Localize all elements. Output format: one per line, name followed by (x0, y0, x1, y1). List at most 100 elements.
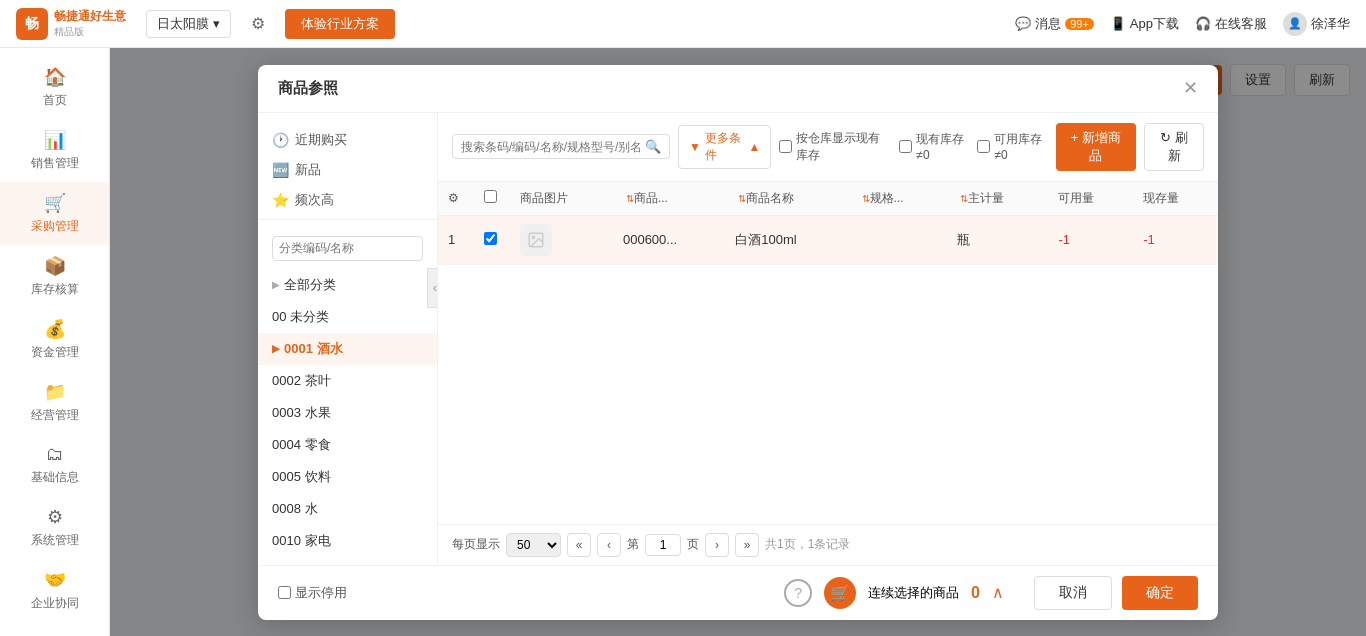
user-avatar-icon: 👤 (1283, 12, 1307, 36)
sidebar-label-system: 系统管理 (31, 532, 79, 549)
product-search-input[interactable] (461, 140, 641, 154)
table-row[interactable]: 1 (438, 215, 1218, 264)
collab-icon: 🤝 (44, 569, 66, 591)
category-item-0003[interactable]: 0003 水果 (258, 397, 437, 429)
category-label-0002: 0002 茶叶 (272, 372, 331, 390)
more-filters-button[interactable]: ▼ 更多条件 ▲ (678, 125, 771, 169)
category-item-0008[interactable]: 0008 水 (258, 493, 437, 525)
quick-label-new: 新品 (295, 161, 321, 179)
th-code[interactable]: ⇅商品... (613, 182, 725, 216)
category-item-all[interactable]: ▶ 全部分类 (258, 269, 437, 301)
by-warehouse-checkbox-input[interactable] (779, 140, 792, 153)
online-service-button[interactable]: 🎧 在线客服 (1195, 15, 1267, 33)
trial-industry-button[interactable]: 体验行业方案 (285, 9, 395, 39)
available-stock-checkbox[interactable]: 可用库存≠0 (977, 131, 1047, 162)
nav-right: 💬 消息 99+ 📱 App下载 🎧 在线客服 👤 徐泽华 (1015, 12, 1350, 36)
category-item-0005[interactable]: 0005 饮料 (258, 461, 437, 493)
th-unit[interactable]: ⇅主计量 (947, 182, 1048, 216)
sidebar-item-basics[interactable]: 🗂 基础信息 (0, 434, 109, 496)
sidebar-label-purchase: 采购管理 (31, 218, 79, 235)
category-search-input-wrap: 🔍 (272, 236, 423, 261)
page-unit: 页 (687, 536, 699, 553)
th-image: 商品图片 (510, 182, 613, 216)
td-code: 000600... (613, 215, 725, 264)
message-badge: 99+ (1065, 18, 1094, 30)
sidebar-item-finance[interactable]: 💰 资金管理 (0, 308, 109, 371)
sidebar-item-home[interactable]: 🏠 首页 (0, 56, 109, 119)
td-checkbox[interactable] (474, 215, 510, 264)
sidebar-item-business[interactable]: 📁 经营管理 (0, 371, 109, 434)
svg-point-1 (532, 236, 534, 238)
th-settings[interactable]: ⚙ (438, 182, 474, 216)
category-item-0001[interactable]: ▶ 0001 酒水 (258, 333, 437, 365)
category-list: ▶ 全部分类 00 未分类 ▶ 0001 酒水 0002 茶 (258, 269, 437, 557)
messages-button[interactable]: 💬 消息 99+ (1015, 15, 1094, 33)
modal-left-panel: 🕐 近期购买 🆕 新品 ⭐ 频次高 (258, 113, 438, 565)
sidebar-item-collab[interactable]: 🤝 企业协同 (0, 559, 109, 622)
modal-title: 商品参照 (278, 79, 338, 98)
th-unit-sort-icon: ⇅ (960, 193, 968, 204)
store-dropdown[interactable]: 日太阳膜 ▾ (146, 10, 231, 38)
phone-icon: 📱 (1110, 16, 1126, 31)
modal-overlay: 商品参照 ✕ 🕐 近期购买 🆕 (110, 48, 1366, 636)
quick-item-new[interactable]: 🆕 新品 (258, 155, 437, 185)
quick-access-section: 🕐 近期购买 🆕 新品 ⭐ 频次高 (258, 121, 437, 220)
quick-item-recent[interactable]: 🕐 近期购买 (258, 125, 437, 155)
prev-page-button[interactable]: ‹ (597, 533, 621, 557)
per-page-select[interactable]: 50 100 200 (506, 533, 561, 557)
sidebar-item-purchase[interactable]: 🛒 采购管理 (0, 182, 109, 245)
toolbar-right: + 新增商品 ↻ 刷新 (1056, 123, 1204, 171)
th-spec[interactable]: ⇅规格... (849, 182, 947, 216)
category-tri-all: ▶ (272, 279, 280, 290)
cancel-button[interactable]: 取消 (1034, 576, 1112, 610)
quick-item-frequent[interactable]: ⭐ 频次高 (258, 185, 437, 215)
sidebar-item-system[interactable]: ⚙ 系统管理 (0, 496, 109, 559)
collapse-left-panel-button[interactable]: ‹‹ (427, 268, 438, 308)
first-page-button[interactable]: « (567, 533, 591, 557)
existing-stock-checkbox-input[interactable] (899, 140, 912, 153)
last-page-button[interactable]: » (735, 533, 759, 557)
available-stock-checkbox-input[interactable] (977, 140, 990, 153)
sidebar-label-business: 经营管理 (31, 407, 79, 424)
quick-label-recent: 近期购买 (295, 131, 347, 149)
td-unit: 瓶 (947, 215, 1048, 264)
top-nav: 畅 畅捷通好生意 精品版 日太阳膜 ▾ ⚙ 体验行业方案 💬 消息 99+ 📱 … (0, 0, 1366, 48)
category-label-0008: 0008 水 (272, 500, 318, 518)
message-icon: 💬 (1015, 16, 1031, 31)
app-download-button[interactable]: 📱 App下载 (1110, 15, 1179, 33)
settings-gear-icon[interactable]: ⚙ (243, 9, 273, 39)
existing-stock-checkbox[interactable]: 现有库存≠0 (899, 131, 969, 162)
category-label-all: 全部分类 (284, 276, 336, 294)
select-all-checkbox[interactable] (484, 190, 497, 203)
category-search-input[interactable] (273, 237, 423, 259)
sidebar-item-sales[interactable]: 📊 销售管理 (0, 119, 109, 182)
category-label-0001: 0001 酒水 (284, 340, 343, 358)
refresh-button[interactable]: ↻ 刷新 (1144, 123, 1204, 171)
add-product-button[interactable]: + 新增商品 (1056, 123, 1137, 171)
show-disabled-checkbox-input[interactable] (278, 586, 291, 599)
category-item-00[interactable]: 00 未分类 (258, 301, 437, 333)
modal-close-button[interactable]: ✕ (1183, 79, 1198, 97)
frequent-icon: ⭐ (272, 192, 289, 208)
table-header-row: ⚙ 商品图片 ⇅商品... ⇅商品名称 (438, 182, 1218, 216)
category-item-0010[interactable]: 0010 家电 (258, 525, 437, 557)
modal-body: 🕐 近期购买 🆕 新品 ⭐ 频次高 (258, 113, 1218, 565)
sidebar-item-inventory[interactable]: 📦 库存核算 (0, 245, 109, 308)
th-stock: 现存量 (1133, 182, 1218, 216)
product-search-icon[interactable]: 🔍 (645, 139, 661, 154)
cart-button[interactable]: 🛒 (824, 577, 856, 609)
help-icon[interactable]: ? (784, 579, 812, 607)
show-disabled-checkbox[interactable]: 显示停用 (278, 584, 347, 602)
next-page-button[interactable]: › (705, 533, 729, 557)
th-name[interactable]: ⇅商品名称 (725, 182, 848, 216)
page-number-input[interactable] (645, 534, 681, 556)
user-menu[interactable]: 👤 徐泽华 (1283, 12, 1350, 36)
sidebar-item-guide[interactable]: 📖 新手引导 (0, 622, 109, 636)
sidebar-label-inventory: 库存核算 (31, 281, 79, 298)
confirm-button[interactable]: 确定 (1122, 576, 1198, 610)
category-item-0004[interactable]: 0004 零食 (258, 429, 437, 461)
category-item-0002[interactable]: 0002 茶叶 (258, 365, 437, 397)
collapse-cart-button[interactable]: ∧ (992, 583, 1004, 602)
row-checkbox[interactable] (484, 232, 497, 245)
by-warehouse-checkbox[interactable]: 按仓库显示现有库存 (779, 130, 891, 164)
